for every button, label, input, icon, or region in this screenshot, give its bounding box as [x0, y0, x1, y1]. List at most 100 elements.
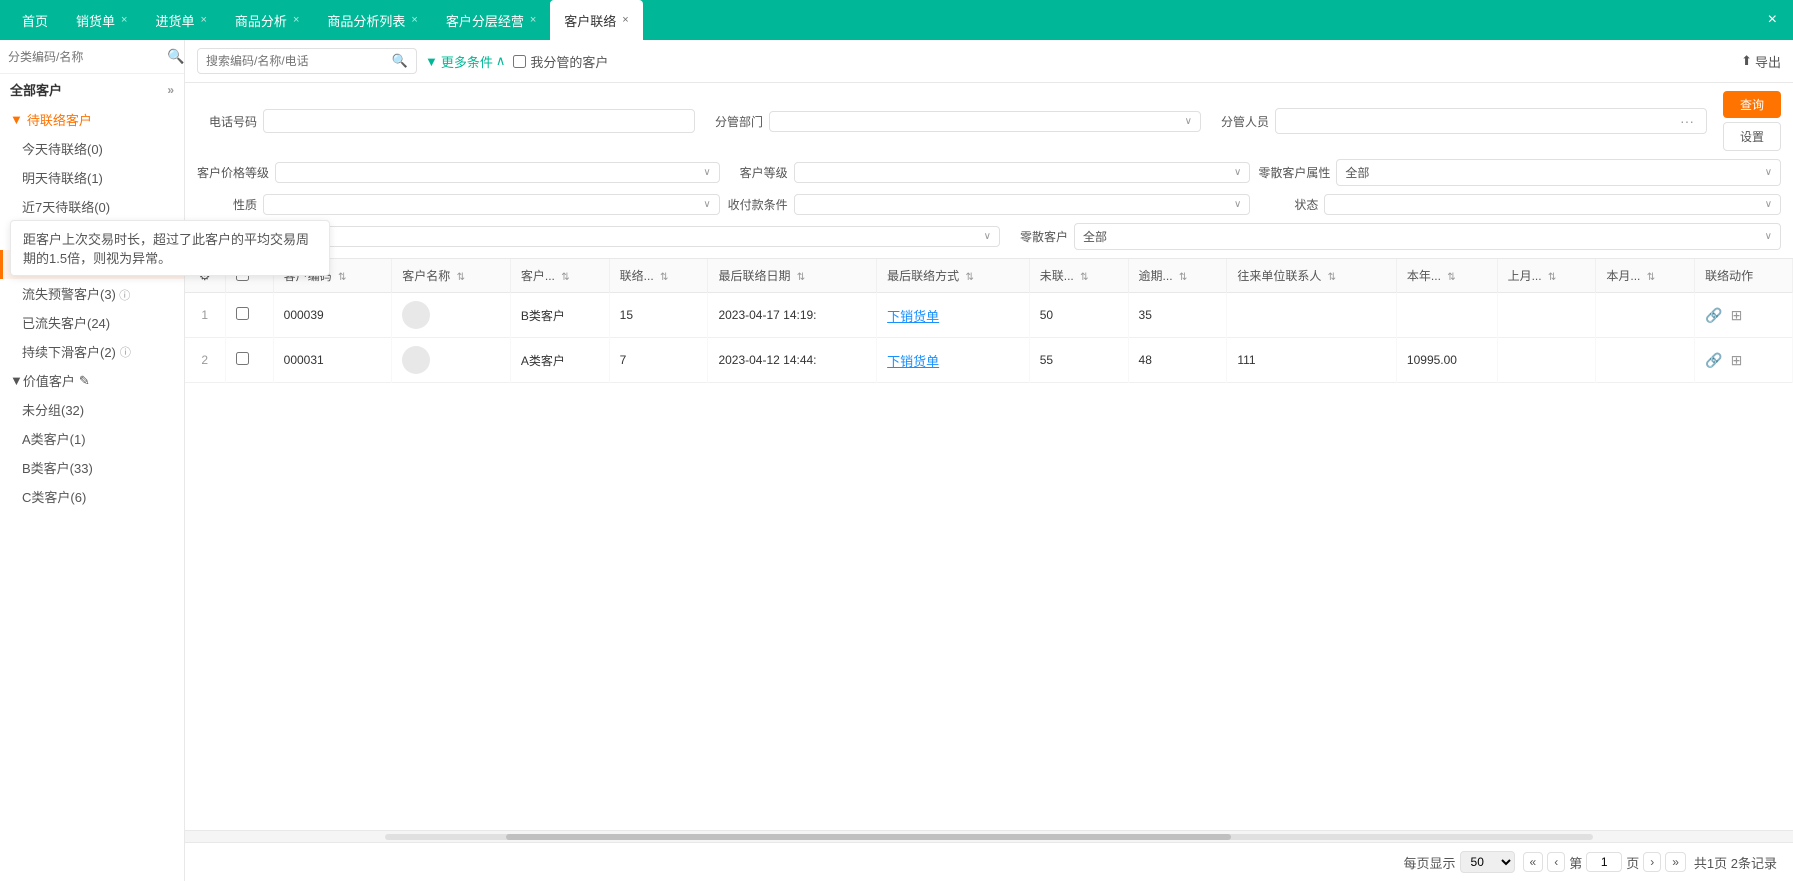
person-select[interactable]: ···: [1275, 108, 1707, 134]
row2-checkbox-cell: [225, 338, 273, 383]
row1-checkbox[interactable]: [236, 307, 249, 320]
row1-code: 000039: [273, 293, 392, 338]
sidebar-item-b-class[interactable]: B类客户(33): [0, 453, 184, 482]
payment-select[interactable]: ∨: [794, 194, 1251, 215]
edit-icon[interactable]: ✎: [79, 373, 90, 389]
table-wrapper: ⚙ 客户编码 ⇅ 客户名称 ⇅ 客户... ⇅: [185, 259, 1793, 830]
retail-select[interactable]: 全部 ∨: [1074, 223, 1781, 250]
row1-more-icon[interactable]: ⊞: [1731, 307, 1743, 324]
sidebar-item-c-class[interactable]: C类客户(6): [0, 482, 184, 511]
retail-chevron-icon: ∨: [1765, 231, 1772, 242]
col-contacts[interactable]: 往来单位联系人 ⇅: [1227, 259, 1397, 293]
sidebar: 🔍 全部客户 » ▼ 待联络客户 今天待联络(0) 明天待联络(1) 近7天待联…: [0, 40, 185, 881]
tab-home[interactable]: 首页: [8, 0, 62, 40]
next-page-btn[interactable]: ›: [1643, 852, 1661, 872]
filter-cell-level: 客户等级 ∨: [728, 162, 1251, 183]
page-input[interactable]: [1586, 852, 1622, 872]
sidebar-search-input[interactable]: [8, 50, 163, 64]
tab-product-analysis[interactable]: 商品分析 ×: [221, 0, 313, 40]
tab-customer-contact[interactable]: 客户联络 ×: [550, 0, 642, 40]
col-this-year[interactable]: 本年... ⇅: [1396, 259, 1497, 293]
phone-input[interactable]: [263, 109, 695, 133]
sidebar-item-lost-warning[interactable]: 流失预警客户(3) ⓘ: [0, 279, 184, 308]
filter-cell-price-level: 客户价格等级 ∨: [197, 162, 720, 183]
col-customer-type[interactable]: 客户... ⇅: [510, 259, 609, 293]
settings-button[interactable]: 设置: [1723, 122, 1781, 151]
dept-chevron-icon: ∨: [1185, 116, 1192, 127]
row2-checkbox[interactable]: [236, 352, 249, 365]
tab-sales-order[interactable]: 销货单 ×: [62, 0, 141, 40]
col-contact-count[interactable]: 联络... ⇅: [609, 259, 708, 293]
sidebar-pending-group[interactable]: ▼ 待联络客户: [0, 105, 184, 134]
col-this-month[interactable]: 本月... ⇅: [1596, 259, 1695, 293]
col-name[interactable]: 客户名称 ⇅: [392, 259, 511, 293]
page-size-select[interactable]: 50 100 200: [1460, 851, 1515, 873]
col-overdue[interactable]: 逾期... ⇅: [1128, 259, 1227, 293]
level-select[interactable]: ∨: [794, 162, 1251, 183]
row2-method-link[interactable]: 下销货单: [887, 354, 939, 369]
person-dots-icon[interactable]: ···: [1676, 113, 1698, 129]
sidebar-item-today[interactable]: 今天待联络(0): [0, 134, 184, 163]
row2-more-icon[interactable]: ⊞: [1731, 352, 1743, 369]
filter-row-1: 电话号码 分管部门 ∨ 分管人员 ···: [197, 91, 1781, 151]
close-product-analysis-tab[interactable]: ×: [293, 14, 299, 26]
search-input[interactable]: [206, 54, 388, 68]
col-last-contact-date[interactable]: 最后联络日期 ⇅: [708, 259, 877, 293]
filter-buttons: 查询 设置: [1723, 91, 1781, 151]
close-segmentation-tab[interactable]: ×: [530, 14, 536, 26]
row1-method-link[interactable]: 下销货单: [887, 309, 939, 324]
search-icon[interactable]: 🔍: [392, 53, 408, 69]
sidebar-item-7days[interactable]: 近7天待联络(0): [0, 192, 184, 221]
export-button[interactable]: ⬆ 导出: [1741, 52, 1781, 71]
sidebar-item-tomorrow[interactable]: 明天待联络(1): [0, 163, 184, 192]
col-last-contact-method[interactable]: 最后联络方式 ⇅: [877, 259, 1030, 293]
my-customers-checkbox[interactable]: [513, 55, 526, 68]
tab-purchase-order[interactable]: 进货单 ×: [141, 0, 220, 40]
more-conditions-btn[interactable]: ▼ 更多条件 ∧: [425, 52, 505, 71]
row2-code: 000031: [273, 338, 392, 383]
window-close-button[interactable]: ×: [1760, 11, 1785, 29]
filter-cell-dept: 分管部门 ∨: [703, 111, 1201, 132]
sidebar-item-already-lost[interactable]: 已流失客户(24): [0, 308, 184, 337]
row1-link-icon[interactable]: 🔗: [1705, 307, 1722, 324]
sidebar-value-group[interactable]: ▼ 价值客户 ✎: [0, 366, 184, 395]
tab-product-analysis-list[interactable]: 商品分析列表 ×: [313, 0, 431, 40]
sidebar-all-customers[interactable]: 全部客户 »: [0, 74, 184, 105]
sidebar-search-icon[interactable]: 🔍: [167, 48, 184, 65]
type-select[interactable]: ∨: [293, 226, 1000, 247]
sort-name-icon: ⇅: [457, 272, 465, 283]
retail-attr-select[interactable]: 全部 ∨: [1336, 159, 1781, 186]
nature-select[interactable]: ∨: [263, 194, 720, 215]
tab-customer-segmentation[interactable]: 客户分层经营 ×: [432, 0, 550, 40]
status-select[interactable]: ∨: [1324, 194, 1781, 215]
horizontal-scrollbar[interactable]: [185, 830, 1793, 842]
table-row: 2 000031 A类客户 7 2023-04-12 14:44:: [185, 338, 1793, 383]
row2-link-icon[interactable]: 🔗: [1705, 352, 1722, 369]
col-not-contacted[interactable]: 未联... ⇅: [1029, 259, 1128, 293]
page-navigation: « ‹ 第 页 › »: [1523, 852, 1686, 872]
close-product-list-tab[interactable]: ×: [411, 14, 417, 26]
sidebar-item-ungroup[interactable]: 未分组(32): [0, 395, 184, 424]
close-sales-order-tab[interactable]: ×: [121, 14, 127, 26]
price-level-select[interactable]: ∨: [275, 162, 720, 183]
info-icon2: ⓘ: [119, 290, 130, 302]
sidebar-item-a-class[interactable]: A类客户(1): [0, 424, 184, 453]
query-button[interactable]: 查询: [1723, 91, 1781, 118]
dept-select[interactable]: ∨: [769, 111, 1201, 132]
close-contact-tab[interactable]: ×: [622, 14, 628, 26]
tooltip-box: 距客户上次交易时长，超过了此客户的平均交易周期的1.5倍，则视为异常。: [10, 220, 330, 276]
close-purchase-tab[interactable]: ×: [200, 14, 206, 26]
collapse-icon[interactable]: »: [167, 83, 174, 97]
sort-method-icon: ⇅: [965, 272, 973, 283]
sidebar-item-continuous-down[interactable]: 持续下滑客户(2) ⓘ: [0, 337, 184, 366]
col-last-month[interactable]: 上月... ⇅: [1497, 259, 1596, 293]
retail-label: 零散客户: [1008, 228, 1068, 245]
prev-page-btn[interactable]: ‹: [1547, 852, 1565, 872]
row1-contacts: [1227, 293, 1397, 338]
table-row: 1 000039 B类客户 15 2023-04-17 14:19:: [185, 293, 1793, 338]
first-page-btn[interactable]: «: [1523, 852, 1544, 872]
scroll-thumb: [506, 834, 1231, 840]
dept-label: 分管部门: [703, 113, 763, 130]
type-chevron-icon: ∨: [984, 231, 991, 242]
last-page-btn[interactable]: »: [1665, 852, 1686, 872]
